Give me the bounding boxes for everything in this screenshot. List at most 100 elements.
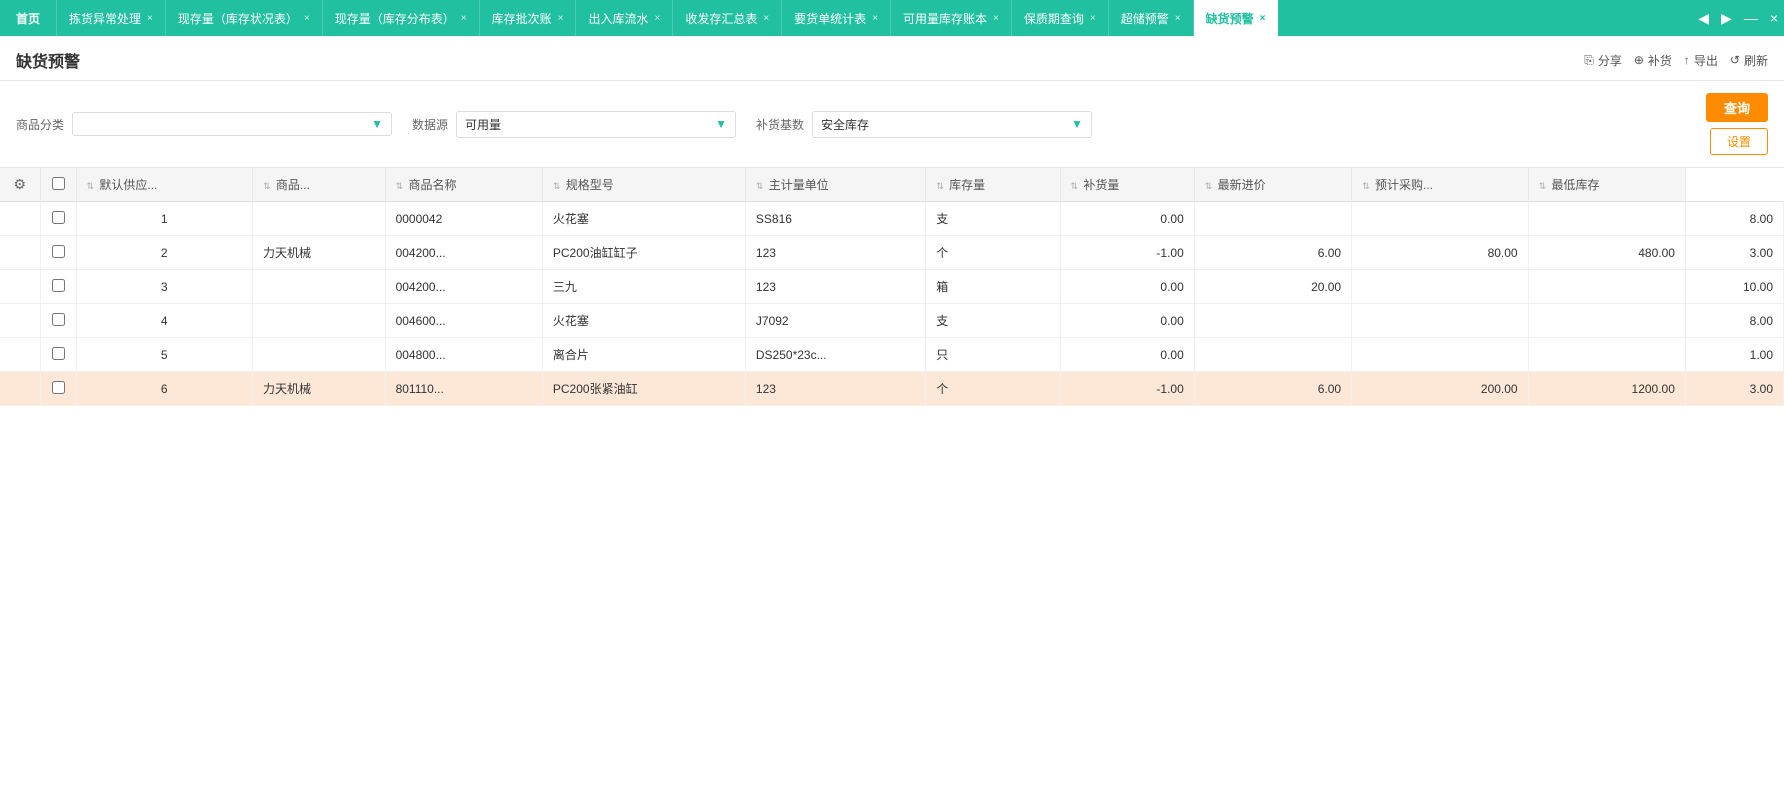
tab-inout-flow[interactable]: 出入库流水 × <box>576 0 673 36</box>
row-replenish-qty-cell <box>1194 338 1351 372</box>
column-header-replenish-qty[interactable]: ⇅ 补货量 <box>1060 168 1194 202</box>
row-supplier-cell <box>253 304 386 338</box>
select-all-checkbox[interactable] <box>52 177 65 190</box>
export-button[interactable]: ↑ 导出 <box>1684 52 1718 69</box>
row-product-name-cell: 三九 <box>542 270 745 304</box>
row-product-name-cell: 火花塞 <box>542 202 745 236</box>
datasource-select[interactable]: 可用量 ▼ <box>456 111 736 138</box>
row-est-purchase-cell <box>1528 304 1685 338</box>
column-header-unit[interactable]: ⇅ 主计量单位 <box>745 168 925 202</box>
table-container: ⚙ ⇅ 默认供应... ⇅ 商品... ⇅ 商品名称 <box>0 168 1784 406</box>
tab-bar: 首页 拣货异常处理 × 现存量（库存状况表） × 现存量（库存分布表） × 库存… <box>0 0 1784 36</box>
row-latest-price-cell <box>1352 338 1529 372</box>
tab-close-icon[interactable]: × <box>461 13 467 24</box>
row-product-code-cell: 801110... <box>385 372 542 406</box>
tab-close-icon[interactable]: × <box>1260 13 1266 24</box>
share-button[interactable]: ⎘ 分享 <box>1584 52 1622 69</box>
row-checkbox[interactable] <box>52 313 65 326</box>
column-header-est-purchase[interactable]: ⇅ 预计采购... <box>1352 168 1529 202</box>
tab-close-all-button[interactable]: × <box>1764 6 1784 30</box>
row-checkbox[interactable] <box>52 347 65 360</box>
column-header-product-name[interactable]: ⇅ 商品名称 <box>385 168 542 202</box>
tab-minimize-button[interactable]: — <box>1738 6 1764 30</box>
query-button[interactable]: 查询 <box>1706 93 1768 122</box>
row-settings-cell <box>0 304 40 338</box>
tab-label: 收发存汇总表 <box>685 10 757 27</box>
data-table: ⚙ ⇅ 默认供应... ⇅ 商品... ⇅ 商品名称 <box>0 168 1784 406</box>
tab-stock-dist[interactable]: 现存量（库存分布表） × <box>323 0 480 36</box>
column-header-stock[interactable]: ⇅ 库存量 <box>926 168 1060 202</box>
tab-home[interactable]: 首页 <box>0 0 57 36</box>
settings-button[interactable]: 设置 <box>1710 128 1768 155</box>
tab-prev-button[interactable]: ◀ <box>1692 6 1715 31</box>
tab-overstock-warn[interactable]: 超储预警 × <box>1109 0 1194 36</box>
tab-pick-anomaly[interactable]: 拣货异常处理 × <box>57 0 166 36</box>
row-min-stock-cell: 8.00 <box>1685 304 1783 338</box>
row-settings-cell <box>0 372 40 406</box>
tab-demand-stat[interactable]: 要货单统计表 × <box>782 0 891 36</box>
refresh-button[interactable]: ↺ 刷新 <box>1730 52 1768 69</box>
replenish-select[interactable]: 安全库存 ▼ <box>812 111 1092 138</box>
tab-label: 要货单统计表 <box>794 10 866 27</box>
tab-label: 库存批次账 <box>492 10 552 27</box>
category-select-arrow-icon: ▼ <box>371 117 383 131</box>
row-checkbox[interactable] <box>52 211 65 224</box>
row-product-code-cell: 004200... <box>385 236 542 270</box>
tab-expiry-query[interactable]: 保质期查询 × <box>1012 0 1109 36</box>
row-checkbox-cell <box>40 270 76 304</box>
row-settings-cell <box>0 338 40 372</box>
table-row: 2 力天机械 004200... PC200油缸缸子 123 个 -1.00 6… <box>0 236 1784 270</box>
gear-icon[interactable]: ⚙ <box>13 176 26 192</box>
row-supplier-cell: 力天机械 <box>253 372 386 406</box>
row-min-stock-cell: 10.00 <box>1685 270 1783 304</box>
row-unit-cell: 只 <box>926 338 1060 372</box>
row-num-cell: 6 <box>76 372 253 406</box>
header-actions: ⎘ 分享 ⊕ 补货 ↑ 导出 ↺ 刷新 <box>1584 52 1768 69</box>
tab-close-icon[interactable]: × <box>304 13 310 24</box>
row-est-purchase-cell <box>1528 270 1685 304</box>
tab-label: 可用量库存账本 <box>903 10 987 27</box>
replenish-filter-label: 补货基数 <box>756 116 804 133</box>
row-stock-cell: 0.00 <box>1060 338 1194 372</box>
row-product-code-cell: 0000042 <box>385 202 542 236</box>
tab-close-icon[interactable]: × <box>654 13 660 24</box>
replenish-button[interactable]: ⊕ 补货 <box>1634 52 1672 69</box>
column-header-supplier[interactable]: ⇅ 默认供应... <box>76 168 253 202</box>
column-header-settings[interactable]: ⚙ <box>0 168 40 202</box>
export-icon: ↑ <box>1684 53 1690 67</box>
tab-close-icon[interactable]: × <box>1175 13 1181 24</box>
column-header-product-code[interactable]: ⇅ 商品... <box>253 168 386 202</box>
tab-close-icon[interactable]: × <box>1090 13 1096 24</box>
page-title: 缺货预警 <box>16 48 80 72</box>
row-stock-cell: 0.00 <box>1060 304 1194 338</box>
tab-avail-ledger[interactable]: 可用量库存账本 × <box>891 0 1012 36</box>
row-stock-cell: -1.00 <box>1060 372 1194 406</box>
row-unit-cell: 个 <box>926 372 1060 406</box>
page-header: 缺货预警 ⎘ 分享 ⊕ 补货 ↑ 导出 ↺ 刷新 <box>0 36 1784 81</box>
column-header-latest-price[interactable]: ⇅ 最新进价 <box>1194 168 1351 202</box>
tab-close-icon[interactable]: × <box>558 13 564 24</box>
row-checkbox[interactable] <box>52 279 65 292</box>
column-header-spec[interactable]: ⇅ 规格型号 <box>542 168 745 202</box>
row-stock-cell: 0.00 <box>1060 270 1194 304</box>
tab-label: 首页 <box>16 10 40 27</box>
row-latest-price-cell: 200.00 <box>1352 372 1529 406</box>
row-checkbox[interactable] <box>52 381 65 394</box>
tab-label: 保质期查询 <box>1024 10 1084 27</box>
tab-stock-batch[interactable]: 库存批次账 × <box>480 0 577 36</box>
row-replenish-qty-cell: 6.00 <box>1194 236 1351 270</box>
tab-stock-status[interactable]: 现存量（库存状况表） × <box>166 0 323 36</box>
tab-close-icon[interactable]: × <box>993 13 999 24</box>
tab-close-icon[interactable]: × <box>763 13 769 24</box>
tab-close-icon[interactable]: × <box>872 13 878 24</box>
tab-recv-summary[interactable]: 收发存汇总表 × <box>673 0 782 36</box>
tab-next-button[interactable]: ▶ <box>1715 6 1738 31</box>
row-spec-cell: 123 <box>745 372 925 406</box>
column-header-min-stock[interactable]: ⇅ 最低库存 <box>1528 168 1685 202</box>
category-select[interactable]: ▼ <box>72 112 392 136</box>
tab-close-icon[interactable]: × <box>147 13 153 24</box>
row-latest-price-cell <box>1352 202 1529 236</box>
table-header-row: ⚙ ⇅ 默认供应... ⇅ 商品... ⇅ 商品名称 <box>0 168 1784 202</box>
row-checkbox[interactable] <box>52 245 65 258</box>
tab-shortage-warn[interactable]: 缺货预警 × <box>1194 0 1279 36</box>
